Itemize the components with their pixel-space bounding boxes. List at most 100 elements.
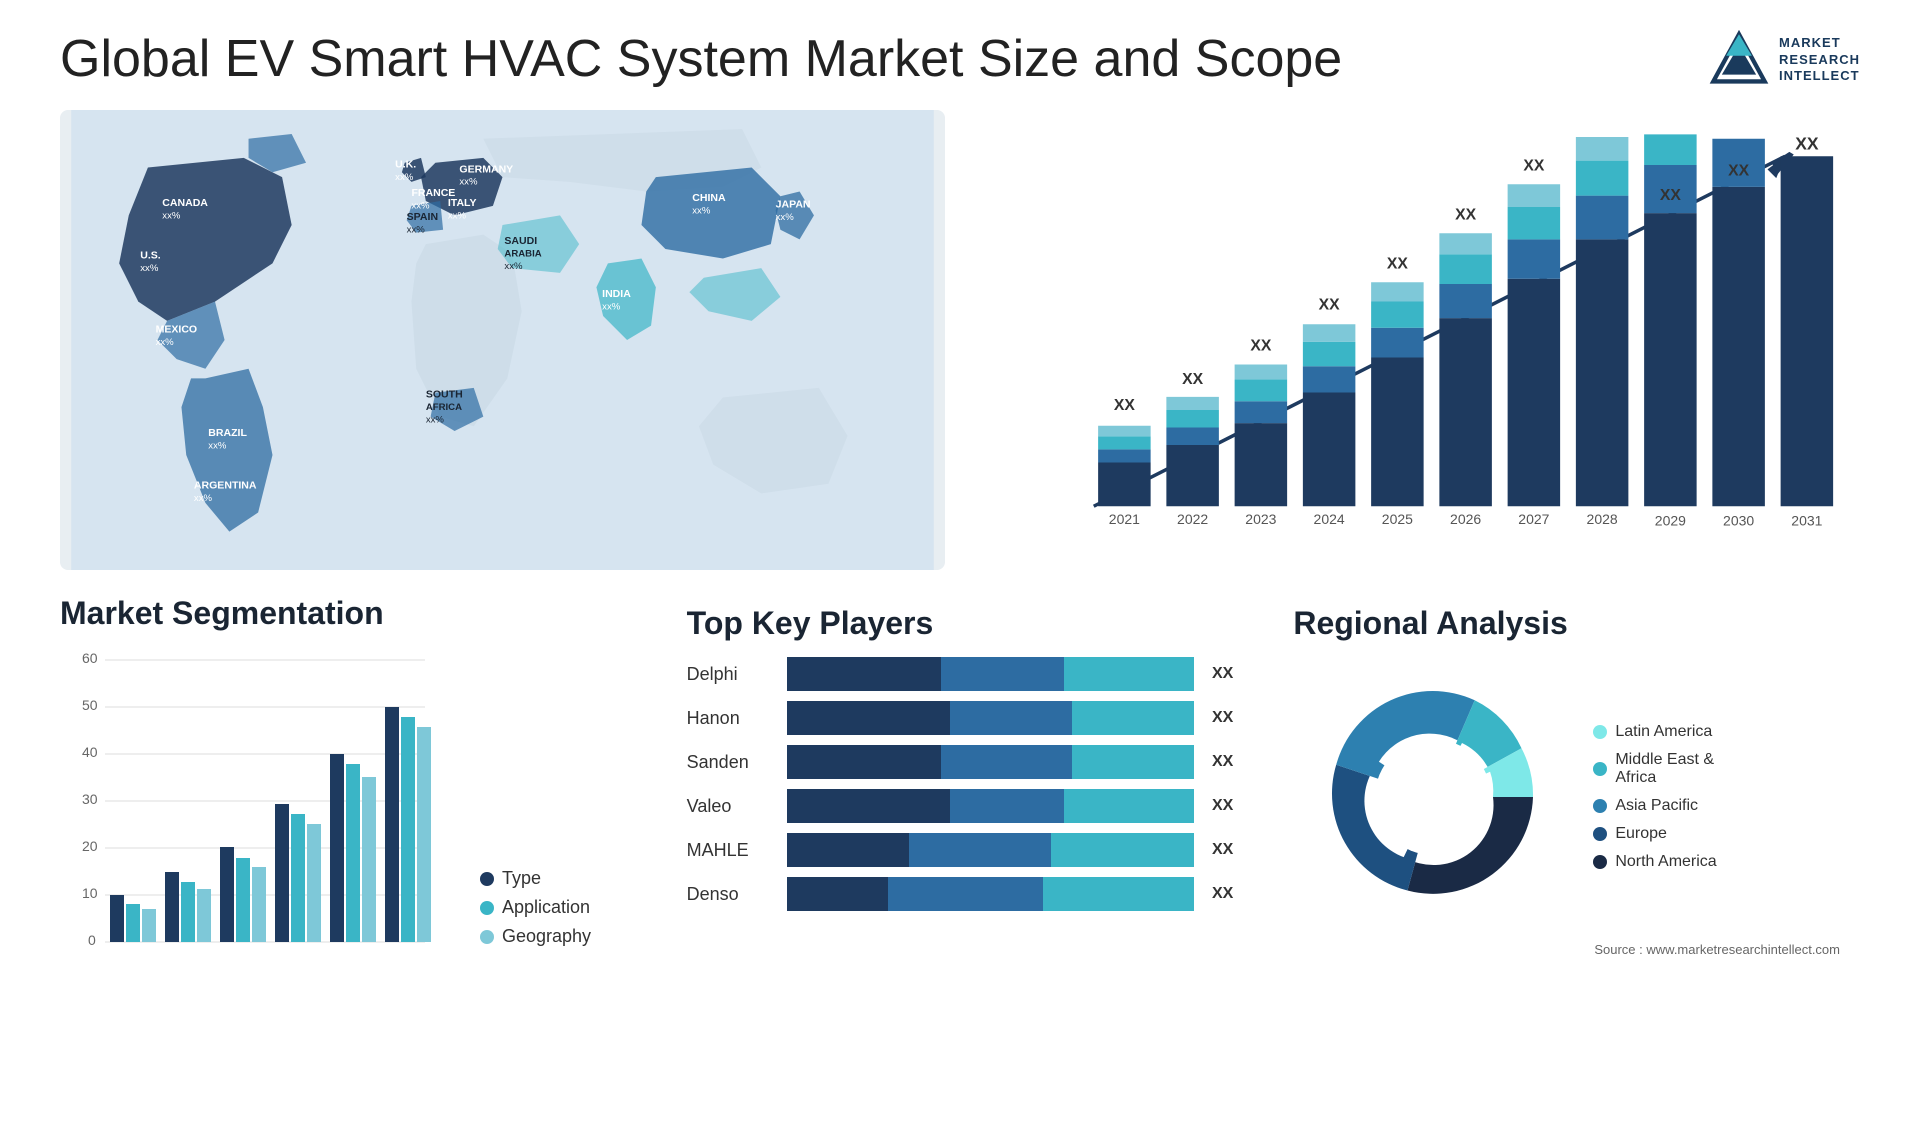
bar-seg3: [1072, 701, 1194, 735]
player-bar-wrap-sanden: [787, 745, 1194, 779]
svg-text:xx%: xx%: [162, 210, 181, 221]
mea-label: Middle East &Africa: [1615, 751, 1714, 787]
player-row-denso: Denso XX: [687, 877, 1234, 911]
svg-text:xx%: xx%: [776, 212, 795, 223]
player-value-denso: XX: [1212, 885, 1233, 903]
player-bar-valeo: [787, 789, 1194, 823]
svg-text:xx%: xx%: [395, 172, 414, 183]
svg-text:2021: 2021: [120, 946, 147, 947]
svg-text:ITALY: ITALY: [448, 197, 477, 209]
svg-text:SAUDI: SAUDI: [504, 235, 537, 247]
svg-text:0: 0: [88, 932, 96, 947]
bar-seg3: [1043, 877, 1194, 911]
regional-legend: Latin America Middle East &Africa Asia P…: [1593, 723, 1716, 871]
dot-asia-pacific: [1593, 799, 1607, 813]
dot-mea: [1593, 762, 1607, 776]
bar-seg3: [1072, 745, 1194, 779]
bar-seg1: [787, 657, 942, 691]
svg-text:XX: XX: [1182, 371, 1204, 388]
legend-mea: Middle East &Africa: [1593, 751, 1716, 787]
key-players-section: Top Key Players Delphi XX Hanon: [667, 595, 1254, 967]
svg-text:xx%: xx%: [208, 440, 227, 451]
svg-text:U.K.: U.K.: [395, 159, 416, 171]
legend-dot-type: [480, 872, 494, 886]
legend-geography: Geography: [480, 926, 591, 947]
svg-text:2026: 2026: [395, 946, 422, 947]
svg-text:60: 60: [82, 650, 98, 666]
player-name-valeo: Valeo: [687, 796, 777, 817]
segmentation-legend: Type Application Geography: [480, 868, 591, 947]
page: Global EV Smart HVAC System Market Size …: [0, 0, 1920, 1146]
segmentation-chart: 0 10 20 30 40 50 60: [60, 647, 440, 947]
svg-text:xx%: xx%: [602, 301, 621, 312]
svg-text:2026: 2026: [1450, 511, 1481, 527]
player-bar-wrap-delphi: [787, 657, 1194, 691]
page-title: Global EV Smart HVAC System Market Size …: [60, 30, 1342, 90]
player-bar-wrap-mahle: [787, 833, 1194, 867]
svg-text:CHINA: CHINA: [692, 192, 726, 204]
svg-text:xx%: xx%: [411, 201, 430, 212]
source-text: Source : www.marketresearchintellect.com: [1293, 942, 1840, 957]
map-svg: CANADA xx% U.S. xx% MEXICO xx% BRAZIL xx…: [60, 110, 945, 570]
svg-text:XX: XX: [1114, 397, 1136, 414]
svg-text:2022: 2022: [1177, 511, 1208, 527]
svg-text:XX: XX: [1250, 338, 1272, 355]
svg-text:xx%: xx%: [459, 177, 478, 188]
logo: MARKET RESEARCH INTELLECT: [1709, 30, 1860, 90]
legend-north-america: North America: [1593, 853, 1716, 871]
donut-wrapper: Latin America Middle East &Africa Asia P…: [1293, 657, 1840, 937]
bar-seg1: [787, 833, 909, 867]
legend-europe: Europe: [1593, 825, 1716, 843]
world-map: CANADA xx% U.S. xx% MEXICO xx% BRAZIL xx…: [60, 110, 945, 570]
player-name-denso: Denso: [687, 884, 777, 905]
bar-seg2: [941, 657, 1063, 691]
svg-text:30: 30: [82, 791, 98, 807]
bar-seg1: [787, 789, 950, 823]
bar-seg3: [1064, 789, 1194, 823]
svg-text:XX: XX: [1523, 157, 1545, 174]
player-name-hanon: Hanon: [687, 708, 777, 729]
player-value-delphi: XX: [1212, 665, 1233, 683]
svg-text:2024: 2024: [1314, 511, 1345, 527]
svg-text:2025: 2025: [340, 946, 367, 947]
bar-seg2: [888, 877, 1043, 911]
svg-text:2023: 2023: [230, 946, 257, 947]
svg-text:BRAZIL: BRAZIL: [208, 427, 247, 439]
svg-text:XX: XX: [1319, 296, 1341, 313]
player-bar-hanon: [787, 701, 1194, 735]
regional-title: Regional Analysis: [1293, 605, 1840, 642]
svg-text:ARABIA: ARABIA: [504, 249, 541, 260]
player-row-valeo: Valeo XX: [687, 789, 1234, 823]
logo-text: MARKET RESEARCH INTELLECT: [1779, 35, 1860, 86]
player-value-mahle: XX: [1212, 841, 1233, 859]
dot-latin-america: [1593, 725, 1607, 739]
legend-dot-application: [480, 901, 494, 915]
player-name-delphi: Delphi: [687, 664, 777, 685]
svg-text:XX: XX: [1387, 255, 1409, 272]
segmentation-content: 0 10 20 30 40 50 60: [60, 647, 647, 947]
legend-asia-pacific: Asia Pacific: [1593, 797, 1716, 815]
svg-text:10: 10: [82, 885, 98, 901]
legend-type: Type: [480, 868, 591, 889]
legend-application: Application: [480, 897, 591, 918]
svg-text:2023: 2023: [1245, 511, 1276, 527]
player-bar-wrap-hanon: [787, 701, 1194, 735]
svg-text:MEXICO: MEXICO: [156, 323, 198, 335]
player-value-hanon: XX: [1212, 709, 1233, 727]
svg-text:20: 20: [82, 838, 98, 854]
svg-text:XX: XX: [1660, 187, 1682, 204]
player-value-valeo: XX: [1212, 797, 1233, 815]
svg-text:ARGENTINA: ARGENTINA: [194, 480, 257, 492]
player-row-mahle: MAHLE XX: [687, 833, 1234, 867]
bar-seg2: [941, 745, 1071, 779]
bar-seg1: [787, 877, 889, 911]
bar-seg1: [787, 701, 950, 735]
svg-text:xx%: xx%: [692, 206, 711, 217]
player-bar-sanden: [787, 745, 1194, 779]
bar-seg2: [950, 701, 1072, 735]
logo-icon: [1709, 30, 1769, 90]
svg-text:2025: 2025: [1382, 511, 1413, 527]
player-bar-wrap-valeo: [787, 789, 1194, 823]
player-row-hanon: Hanon XX: [687, 701, 1234, 735]
player-row-sanden: Sanden XX: [687, 745, 1234, 779]
